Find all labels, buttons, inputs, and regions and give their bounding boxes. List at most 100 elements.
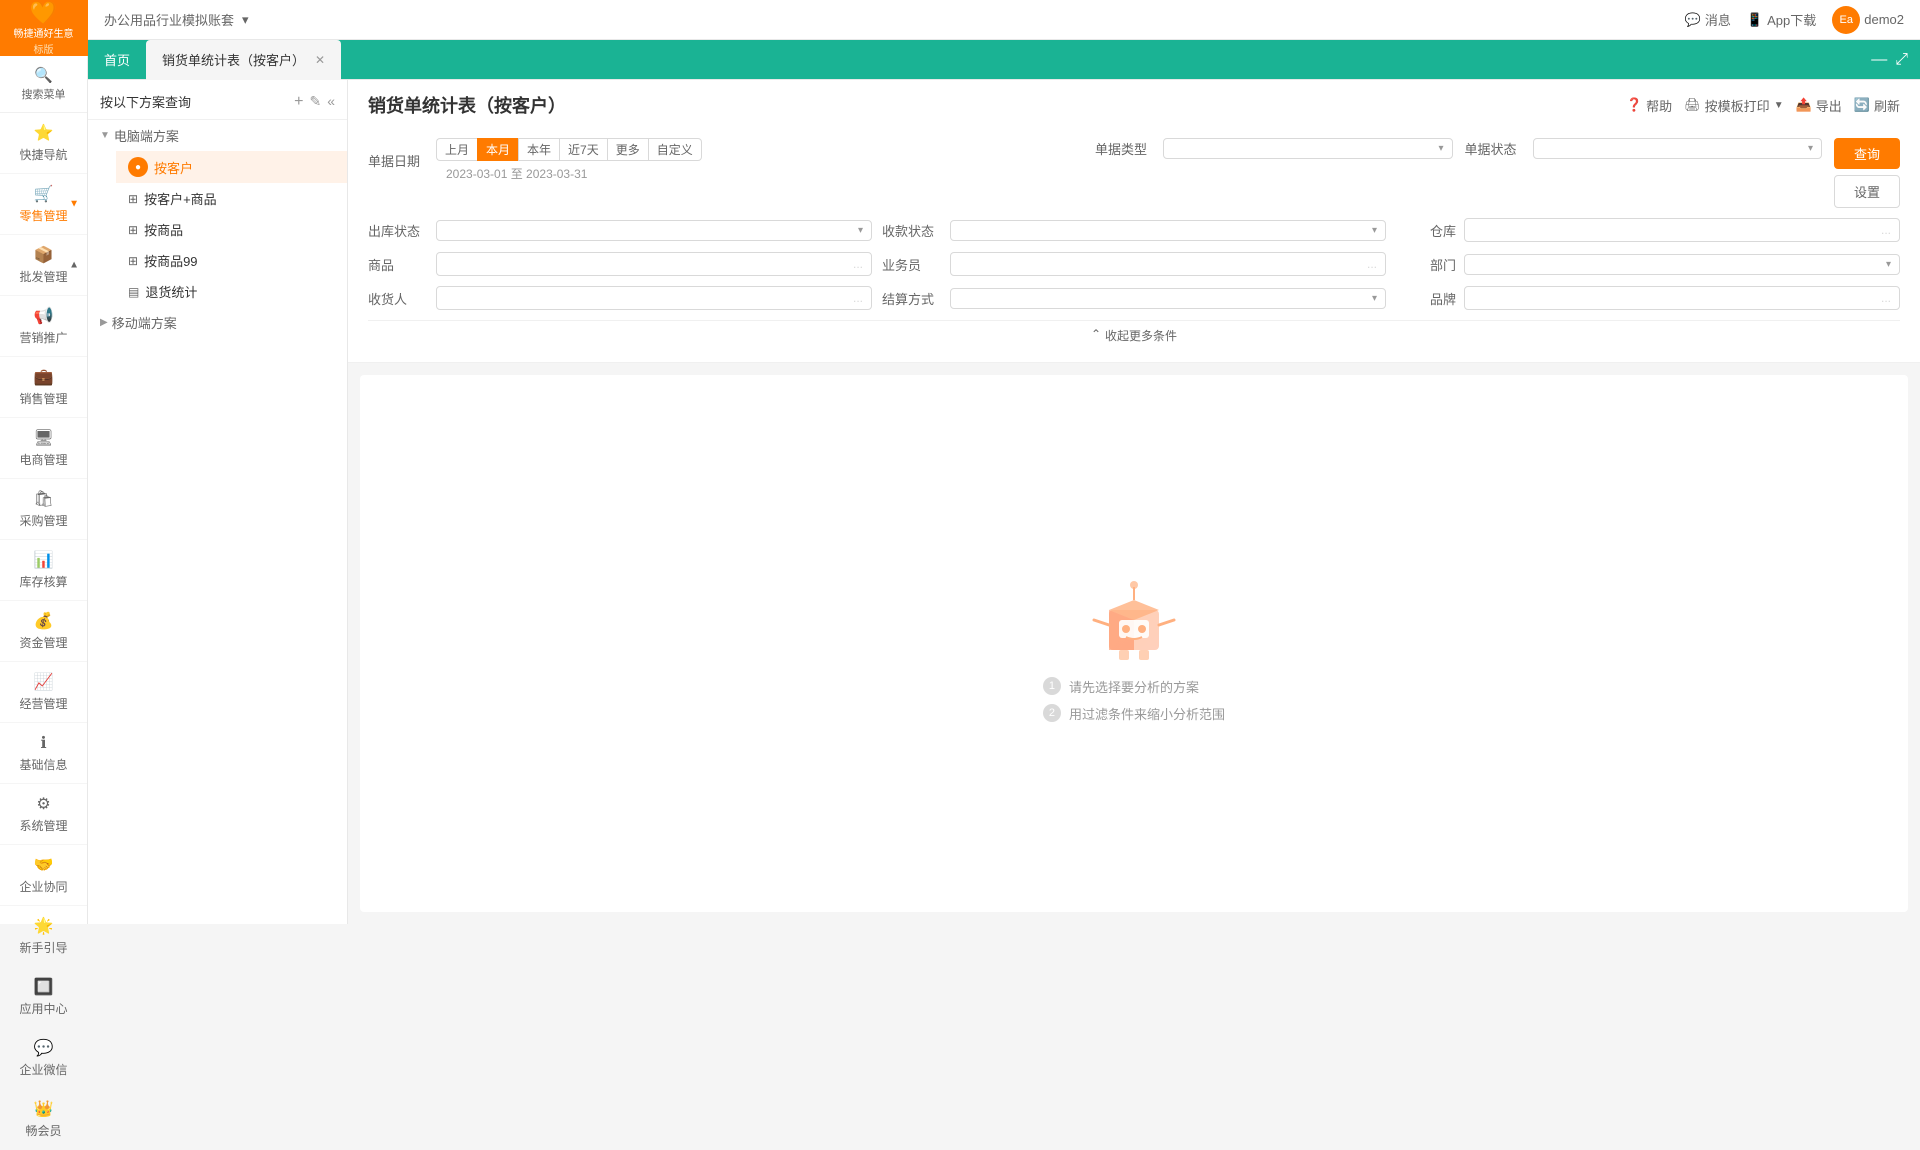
brand-label: 品牌	[1396, 289, 1456, 308]
message-label: 消息	[1705, 10, 1731, 29]
salesperson-input[interactable]: ...	[950, 252, 1386, 276]
date-tab-last-7[interactable]: 近7天	[559, 138, 607, 161]
settings-button[interactable]: 设置	[1834, 175, 1900, 208]
doc-status-select[interactable]: ▾	[1533, 138, 1823, 159]
sidebar-item-operations[interactable]: 📈 经营管理	[0, 662, 87, 723]
sidebar-item-apps[interactable]: 🔲 应用中心	[0, 967, 87, 1028]
tree-expand-icon: ▼	[100, 130, 110, 141]
payment-method-select[interactable]: ▾	[950, 288, 1386, 309]
tree-item-by-customer-goods[interactable]: ⊞ 按客户+商品	[116, 183, 347, 214]
tab-home[interactable]: 首页	[88, 40, 146, 80]
tree-item-by-goods[interactable]: ⊞ 按商品	[116, 214, 347, 245]
receiver-ellipsis: ...	[853, 291, 863, 305]
system-icon: ⚙	[36, 794, 50, 814]
logo[interactable]: 🧡 畅捷通好生意 标版	[0, 0, 88, 56]
tab-maximize-icon[interactable]: ⤢	[1895, 51, 1908, 69]
help-label: 帮助	[1646, 96, 1672, 115]
sidebar-item-ecommerce[interactable]: 🖥 电商管理	[0, 418, 87, 479]
date-tab-custom[interactable]: 自定义	[648, 138, 702, 161]
tab-home-label: 首页	[104, 50, 130, 69]
collapse-up-icon: ⌃	[1091, 327, 1101, 344]
collapse-filters-button[interactable]: ⌃ 收起更多条件	[368, 320, 1900, 350]
tree-item-by-goods-label: 按商品	[144, 220, 183, 239]
export-button[interactable]: 📤 导出	[1796, 96, 1842, 115]
tabs-bar: 首页 销货单统计表（按客户） ✕ — ⤢	[88, 40, 1920, 80]
refresh-button[interactable]: 🔄 刷新	[1854, 96, 1900, 115]
sidebar-item-guide[interactable]: 🌟 新手引导	[0, 906, 87, 967]
sidebar-item-retail[interactable]: 🛒 零售管理 ▼	[0, 174, 87, 235]
help-button[interactable]: ❓ 帮助	[1626, 96, 1672, 115]
tip-item-2: 2 用过滤条件来缩小分析范围	[1043, 704, 1225, 723]
edit-scheme-icon[interactable]: ✎	[309, 93, 321, 111]
sidebar-item-finance-label: 资金管理	[19, 634, 67, 651]
payment-method-label: 结算方式	[882, 289, 942, 308]
sidebar-item-purchase-label: 采购管理	[19, 512, 67, 529]
message-nav-item[interactable]: 💬 消息	[1685, 10, 1731, 29]
tab-sales-stats[interactable]: 销货单统计表（按客户） ✕	[146, 40, 341, 80]
sales-icon: 💼	[34, 367, 54, 387]
add-scheme-icon[interactable]: +	[294, 93, 303, 111]
quicknav-icon: ⭐	[34, 123, 54, 143]
sidebar-item-inventory[interactable]: 📊 库存核算	[0, 540, 87, 601]
out-status-select[interactable]: ▾	[436, 220, 872, 241]
department-select[interactable]: ▾	[1464, 254, 1900, 275]
brand-input[interactable]: ...	[1464, 286, 1900, 310]
goods-input[interactable]: ...	[436, 252, 872, 276]
empty-illustration	[1084, 565, 1184, 665]
sidebar-item-member[interactable]: 👑 畅会员	[0, 1089, 87, 1150]
wholesale-icon: 📦	[34, 245, 54, 265]
logo-text: 畅捷通好生意	[14, 28, 74, 41]
retail-arrow: ▼	[69, 199, 79, 210]
query-button[interactable]: 查询	[1834, 138, 1900, 169]
header-actions: ❓ 帮助 🖨 按模板打印 ▼ 📤 导出 🔄 刷新	[1626, 96, 1900, 115]
out-status-arrow: ▾	[858, 225, 863, 236]
sidebar-item-retail-label: 零售管理	[19, 207, 67, 224]
ecommerce-icon: 🖥	[33, 428, 53, 448]
date-tab-more[interactable]: 更多	[607, 138, 648, 161]
sidebar-item-quicknav[interactable]: ⭐ 快捷导航	[0, 113, 87, 174]
search-nav-item[interactable]: 🔍 搜索菜单	[0, 56, 87, 113]
tree-parent-mobile[interactable]: ▶ 移动端方案	[88, 307, 347, 338]
payment-status-select[interactable]: ▾	[950, 220, 1386, 241]
sidebar-item-purchase[interactable]: 🛍 采购管理	[0, 479, 87, 540]
filter-area: 单据日期 上月 本月 本年 近7天 更多 自定义 2023-03-01 至 20…	[348, 126, 1920, 363]
breadcrumb-text: 办公用品行业模拟账套	[104, 10, 234, 29]
tree-item-by-customer[interactable]: ● 按客户	[116, 151, 347, 183]
sidebar-item-quicknav-label: 快捷导航	[19, 146, 67, 163]
payment-status-label: 收款状态	[882, 221, 942, 240]
tip-text-2: 用过滤条件来缩小分析范围	[1069, 704, 1225, 723]
sidebar-item-wechat[interactable]: 💬 企业微信	[0, 1028, 87, 1089]
sidebar-item-finance[interactable]: 💰 资金管理	[0, 601, 87, 662]
tip-item-1: 1 请先选择要分析的方案	[1043, 677, 1225, 696]
sidebar-item-basicinfo[interactable]: ℹ 基础信息	[0, 723, 87, 784]
user-initial: Ea	[1840, 14, 1853, 26]
enterprise-icon: 🤝	[34, 855, 54, 875]
sidebar-item-system[interactable]: ⚙ 系统管理	[0, 784, 87, 845]
breadcrumb-arrow[interactable]: ▾	[242, 12, 249, 28]
date-tab-last-month[interactable]: 上月	[436, 138, 477, 161]
tree-parent-pc[interactable]: ▼ 电脑端方案	[88, 120, 347, 151]
tab-minimize-icon[interactable]: —	[1871, 51, 1887, 69]
sidebar-item-enterprise[interactable]: 🤝 企业协同	[0, 845, 87, 906]
date-tab-this-year[interactable]: 本年	[518, 138, 559, 161]
app-download-nav-item[interactable]: 📱 App下载	[1747, 10, 1816, 29]
warehouse-input[interactable]: ...	[1464, 218, 1900, 242]
date-tab-this-month[interactable]: 本月	[477, 138, 518, 161]
sidebar-item-wholesale[interactable]: 📦 批发管理 ▲	[0, 235, 87, 296]
tree-item-by-customer-label: 按客户	[154, 158, 193, 177]
doc-status-arrow: ▾	[1808, 143, 1813, 154]
doc-type-select[interactable]: ▾	[1163, 138, 1453, 159]
sidebar-item-sales[interactable]: 💼 销售管理	[0, 357, 87, 418]
empty-state: 1 请先选择要分析的方案 2 用过滤条件来缩小分析范围	[1043, 565, 1225, 723]
sidebar-item-marketing[interactable]: 📢 营销推广	[0, 296, 87, 357]
tree-item-return-stats[interactable]: ▤ 退货统计	[116, 276, 347, 307]
collapse-panel-icon[interactable]: «	[327, 93, 335, 111]
user-nav-item[interactable]: Ea demo2	[1832, 6, 1904, 34]
tab-close-icon[interactable]: ✕	[315, 53, 325, 67]
department-label: 部门	[1396, 255, 1456, 274]
tree-item-by-goods-99[interactable]: ⊞ 按商品99	[116, 245, 347, 276]
right-panel: 销货单统计表（按客户） ❓ 帮助 🖨 按模板打印 ▼ 📤 导出	[348, 80, 1920, 924]
print-button[interactable]: 🖨 按模板打印 ▼	[1684, 96, 1783, 115]
receiver-input[interactable]: ...	[436, 286, 872, 310]
tree-expand-mobile-icon: ▶	[100, 317, 108, 328]
